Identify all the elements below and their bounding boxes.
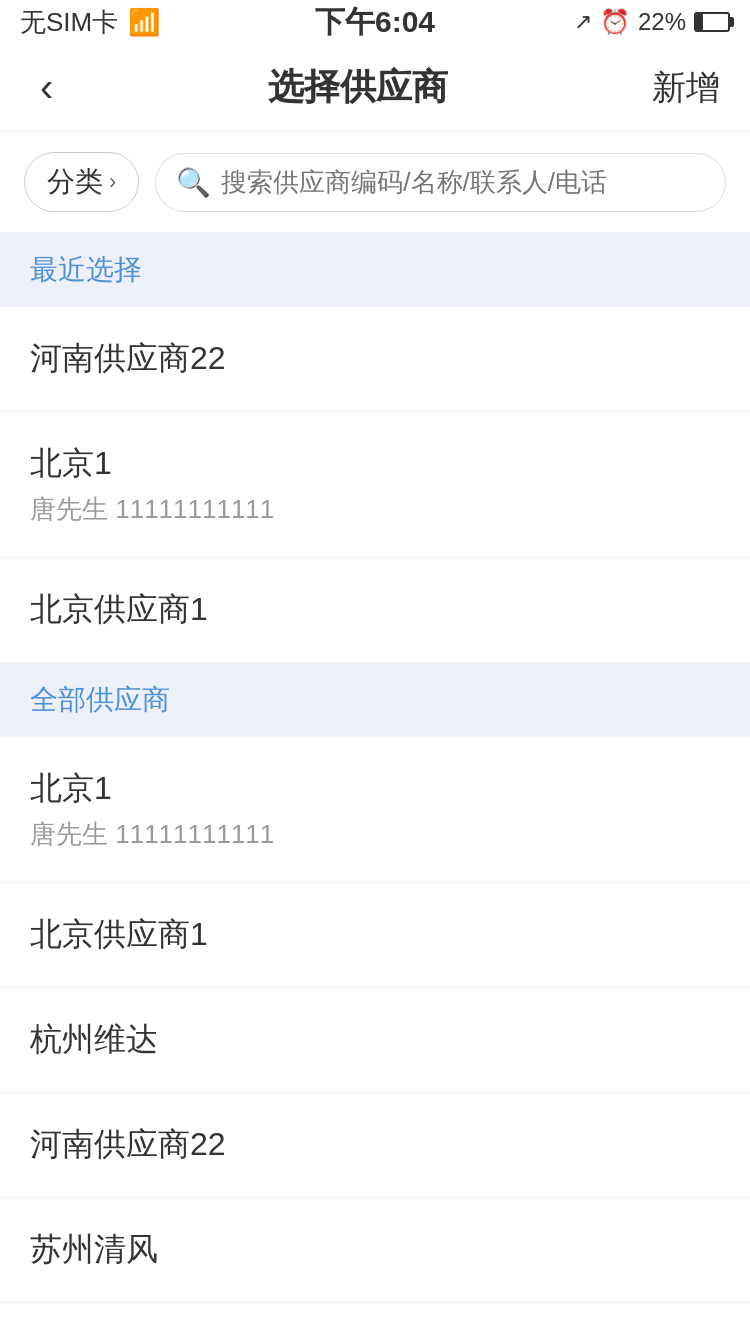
filter-bar: 分类 › 🔍	[0, 132, 750, 233]
wifi-icon: 📶	[128, 7, 160, 38]
recent-section-header: 最近选择	[0, 233, 750, 307]
item-name: 北京1	[30, 442, 720, 486]
alarm-icon: ⏰	[600, 8, 630, 36]
battery-icon	[694, 12, 730, 32]
list-item[interactable]: 苏州清风	[0, 1198, 750, 1303]
search-box[interactable]: 🔍	[155, 153, 726, 212]
list-item[interactable]: 北京1 唐先生 11111111111	[0, 412, 750, 558]
category-button[interactable]: 分类 ›	[24, 152, 139, 212]
item-name: 北京供应商1	[30, 588, 720, 632]
search-input[interactable]	[221, 167, 705, 198]
item-name: 苏州清风	[30, 1228, 720, 1272]
all-section-header: 全部供应商	[0, 663, 750, 737]
list-item[interactable]: 河南供应商22	[0, 307, 750, 412]
search-icon: 🔍	[176, 166, 211, 199]
item-name: 北京供应商1	[30, 913, 720, 957]
battery-text: 22%	[638, 8, 686, 36]
status-right: ↗ ⏰ 22%	[574, 8, 730, 36]
list-item[interactable]: 河南供应商22	[0, 1093, 750, 1198]
chevron-right-icon: ›	[109, 169, 116, 195]
item-contact: 唐先生 11111111111	[30, 817, 720, 852]
nav-bar: ‹ 选择供应商 新增	[0, 44, 750, 132]
status-bar: 无SIM卡 📶 下午6:04 ↗ ⏰ 22%	[0, 0, 750, 44]
list-item[interactable]: 北京供应商1	[0, 883, 750, 988]
status-left: 无SIM卡 📶	[20, 5, 160, 40]
list-item[interactable]: 杭州维达	[0, 988, 750, 1093]
carrier-text: 无SIM卡	[20, 5, 118, 40]
category-label: 分类	[47, 163, 103, 201]
list-item[interactable]: 北京供应商1	[0, 558, 750, 663]
item-name: 北京1	[30, 767, 720, 811]
item-name: 河南供应商22	[30, 337, 720, 381]
item-name: 河南供应商22	[30, 1123, 720, 1167]
add-button[interactable]: 新增	[652, 65, 720, 111]
page-title: 选择供应商	[268, 63, 448, 112]
location-icon: ↗	[574, 9, 592, 35]
all-list: 北京1 唐先生 11111111111 北京供应商1 杭州维达河南供应商22 苏州清风	[0, 737, 750, 1303]
recent-list: 河南供应商22 北京1 唐先生 11111111111 北京供应商1	[0, 307, 750, 663]
status-time: 下午6:04	[315, 2, 435, 43]
item-contact: 唐先生 11111111111	[30, 492, 720, 527]
back-button[interactable]: ‹	[30, 55, 63, 120]
item-name: 杭州维达	[30, 1018, 720, 1062]
list-item[interactable]: 北京1 唐先生 11111111111	[0, 737, 750, 883]
